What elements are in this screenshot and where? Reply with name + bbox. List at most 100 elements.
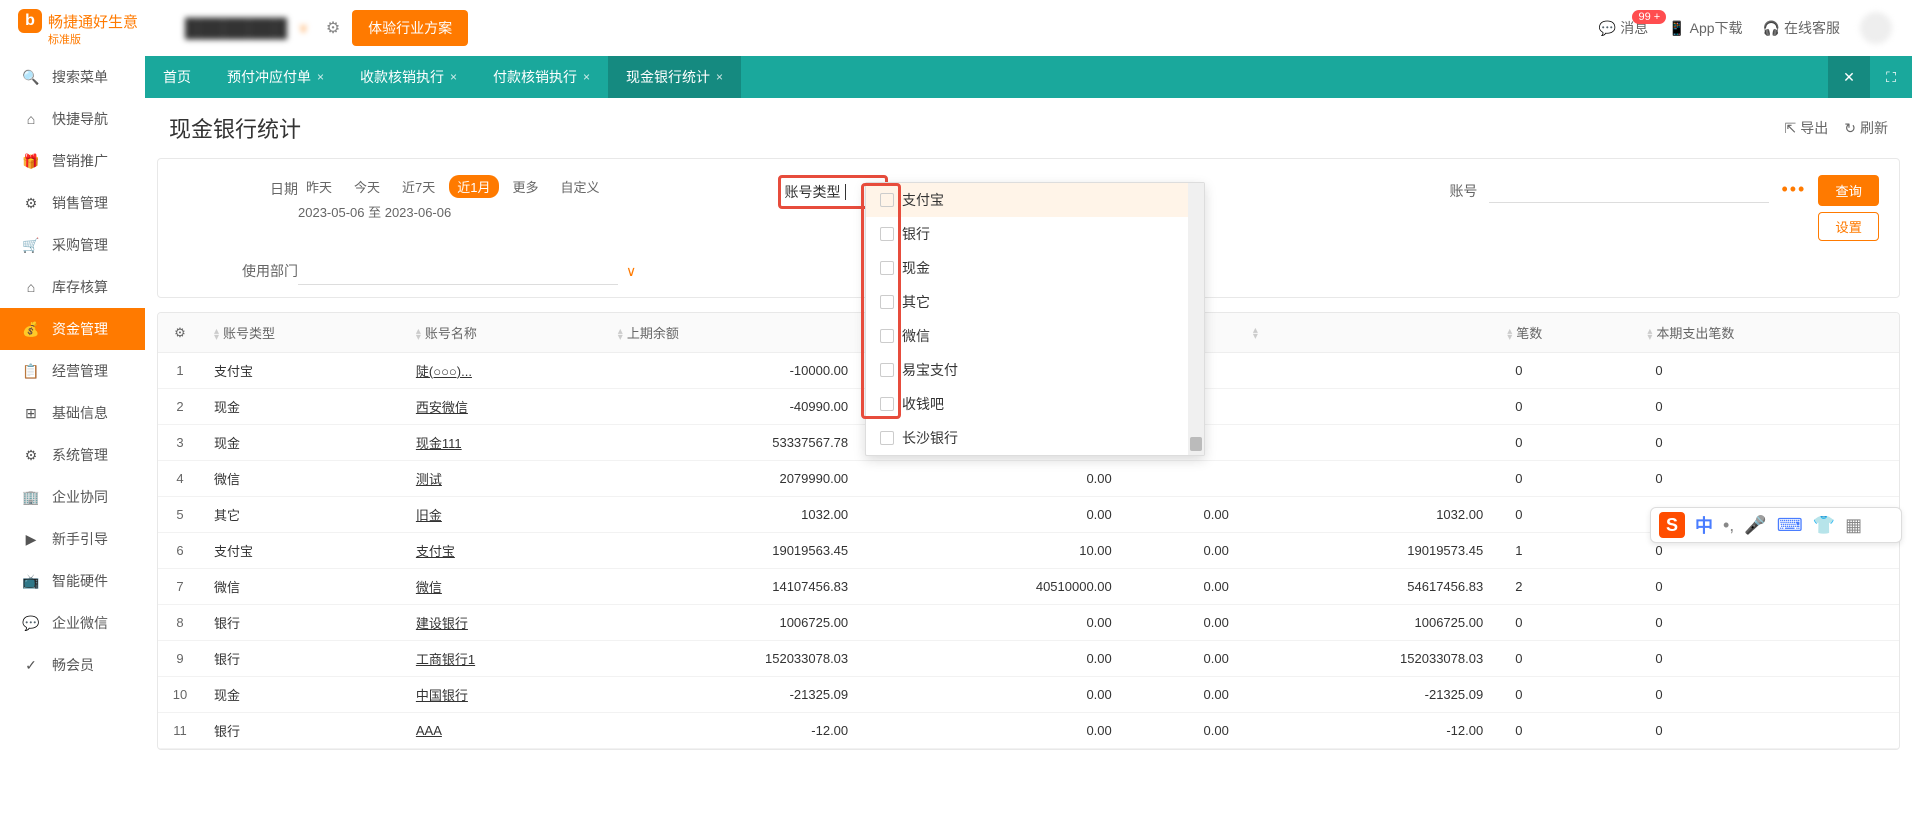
- sidebar-item-2[interactable]: 🎁营销推广: [0, 140, 145, 182]
- checkbox[interactable]: [880, 431, 894, 445]
- sidebar-item-4[interactable]: 🛒采购管理: [0, 224, 145, 266]
- customer-service-link[interactable]: 🎧 在线客服: [1763, 18, 1840, 38]
- sidebar-item-8[interactable]: ⊞基础信息: [0, 392, 145, 434]
- export-button[interactable]: ⇱导出: [1785, 118, 1829, 138]
- tab-4[interactable]: 现金银行统计×: [608, 56, 741, 98]
- sogou-logo-icon: S: [1659, 512, 1685, 538]
- sidebar-icon: 🔍: [22, 68, 40, 86]
- dropdown-item[interactable]: 易宝支付: [866, 353, 1204, 387]
- dropdown-item[interactable]: 支付宝: [866, 183, 1204, 217]
- tab-0[interactable]: 首页: [145, 56, 209, 98]
- dropdown-item[interactable]: 银行: [866, 217, 1204, 251]
- top-header: b 畅捷通好生意 标准版 ████████ ∨ ⚙ 体验行业方案 💬 消息 99…: [0, 0, 1912, 56]
- dropdown-item[interactable]: 收钱吧: [866, 387, 1204, 421]
- dropdown-item[interactable]: 现金: [866, 251, 1204, 285]
- account-link[interactable]: 中国银行: [404, 677, 606, 713]
- account-input[interactable]: [1489, 175, 1769, 203]
- date-opt[interactable]: 更多: [505, 175, 547, 198]
- dropdown-item[interactable]: 长沙银行: [866, 421, 1204, 455]
- checkbox[interactable]: [880, 295, 894, 309]
- close-icon[interactable]: ×: [583, 70, 590, 84]
- table-row: 9 银行 工商银行1 152033078.03 0.00 0.00 152033…: [158, 641, 1899, 677]
- table-settings-icon[interactable]: ⚙: [158, 313, 202, 353]
- date-opt[interactable]: 今天: [346, 175, 388, 198]
- account-link[interactable]: 微信: [404, 569, 606, 605]
- sidebar-item-13[interactable]: 💬企业微信: [0, 602, 145, 644]
- col-header[interactable]: ▴▾: [1241, 313, 1495, 353]
- close-icon[interactable]: ×: [317, 70, 324, 84]
- tab-2[interactable]: 收款核销执行×: [342, 56, 475, 98]
- close-icon[interactable]: ×: [716, 70, 723, 84]
- sidebar-item-10[interactable]: 🏢企业协同: [0, 476, 145, 518]
- checkbox[interactable]: [880, 329, 894, 343]
- sidebar-item-7[interactable]: 📋经营管理: [0, 350, 145, 392]
- close-icon[interactable]: ×: [450, 70, 457, 84]
- chevron-down-icon: ∨: [299, 21, 308, 35]
- keyboard-icon[interactable]: ⌨: [1777, 515, 1803, 536]
- dept-input[interactable]: [298, 257, 618, 285]
- sidebar-item-1[interactable]: ⌂快捷导航: [0, 98, 145, 140]
- account-link[interactable]: 支付宝: [404, 533, 606, 569]
- sidebar-item-0[interactable]: 🔍搜索菜单: [0, 56, 145, 98]
- scrollbar[interactable]: [1188, 183, 1204, 455]
- account-link[interactable]: 工商银行1: [404, 641, 606, 677]
- page-title: 现金银行统计: [169, 112, 301, 144]
- more-dots[interactable]: •••: [1781, 175, 1806, 200]
- messages-link[interactable]: 💬 消息 99 +: [1599, 18, 1648, 38]
- sidebar-item-6[interactable]: 💰资金管理: [0, 308, 145, 350]
- col-header[interactable]: ▴▾账号类型: [202, 313, 404, 353]
- account-link[interactable]: 现金111: [404, 425, 606, 461]
- app-download-link[interactable]: 📱 App下载: [1668, 18, 1742, 38]
- date-opt[interactable]: 昨天: [298, 175, 340, 198]
- company-selector[interactable]: ████████ ∨: [185, 18, 308, 39]
- checkbox[interactable]: [880, 397, 894, 411]
- trial-plan-button[interactable]: 体验行业方案: [352, 10, 468, 46]
- phone-icon: 📱: [1668, 20, 1685, 37]
- sidebar-item-11[interactable]: ▶新手引导: [0, 518, 145, 560]
- account-link[interactable]: 建设银行: [404, 605, 606, 641]
- col-header[interactable]: ▴▾账号名称: [404, 313, 606, 353]
- date-opt[interactable]: 近7天: [394, 175, 443, 198]
- account-link[interactable]: 旧金: [404, 497, 606, 533]
- account-link[interactable]: 测试: [404, 461, 606, 497]
- dropdown-item[interactable]: 微信: [866, 319, 1204, 353]
- refresh-button[interactable]: ↻刷新: [1844, 118, 1888, 138]
- sidebar-icon: ▶: [22, 530, 40, 548]
- checkbox[interactable]: [880, 261, 894, 275]
- skin-icon[interactable]: 👕: [1813, 515, 1835, 536]
- date-opt[interactable]: 近1月: [449, 175, 498, 198]
- ime-punct-icon[interactable]: •,: [1723, 515, 1734, 536]
- account-link[interactable]: AAA: [404, 713, 606, 749]
- checkbox[interactable]: [880, 227, 894, 241]
- ime-toolbar[interactable]: S 中 •, 🎤 ⌨ 👕 ▦: [1650, 507, 1902, 543]
- toolbox-icon[interactable]: ▦: [1845, 515, 1862, 536]
- sidebar-item-12[interactable]: 📺智能硬件: [0, 560, 145, 602]
- query-button[interactable]: 查询: [1818, 175, 1879, 206]
- sidebar-item-5[interactable]: ⌂库存核算: [0, 266, 145, 308]
- avatar[interactable]: [1860, 12, 1892, 44]
- sidebar-item-9[interactable]: ⚙系统管理: [0, 434, 145, 476]
- settings-button[interactable]: 设置: [1818, 212, 1879, 241]
- tab-3[interactable]: 付款核销执行×: [475, 56, 608, 98]
- export-icon: ⇱: [1785, 120, 1797, 137]
- col-header[interactable]: ▴▾本期支出笔数: [1635, 313, 1899, 353]
- checkbox[interactable]: [880, 193, 894, 207]
- dropdown-item[interactable]: 其它: [866, 285, 1204, 319]
- mic-icon[interactable]: 🎤: [1744, 515, 1766, 536]
- headset-icon: 🎧: [1763, 20, 1780, 37]
- close-tab-button[interactable]: ✕: [1828, 56, 1870, 98]
- account-link[interactable]: 陡(○○○)...: [404, 353, 606, 389]
- col-header[interactable]: ▴▾上期余额: [606, 313, 860, 353]
- gear-icon[interactable]: ⚙: [326, 18, 340, 38]
- checkbox[interactable]: [880, 363, 894, 377]
- ime-lang[interactable]: 中: [1695, 512, 1713, 538]
- col-header[interactable]: ▴▾笔数: [1495, 313, 1635, 353]
- date-range: 2023-05-06 至 2023-06-06: [298, 202, 608, 221]
- sidebar-item-3[interactable]: ⚙销售管理: [0, 182, 145, 224]
- chevron-down-icon[interactable]: ∨: [626, 263, 636, 280]
- date-opt[interactable]: 自定义: [553, 175, 608, 198]
- account-link[interactable]: 西安微信: [404, 389, 606, 425]
- tab-1[interactable]: 预付冲应付单×: [209, 56, 342, 98]
- sidebar-item-14[interactable]: ✓畅会员: [0, 644, 145, 686]
- expand-button[interactable]: ⛶: [1870, 56, 1912, 98]
